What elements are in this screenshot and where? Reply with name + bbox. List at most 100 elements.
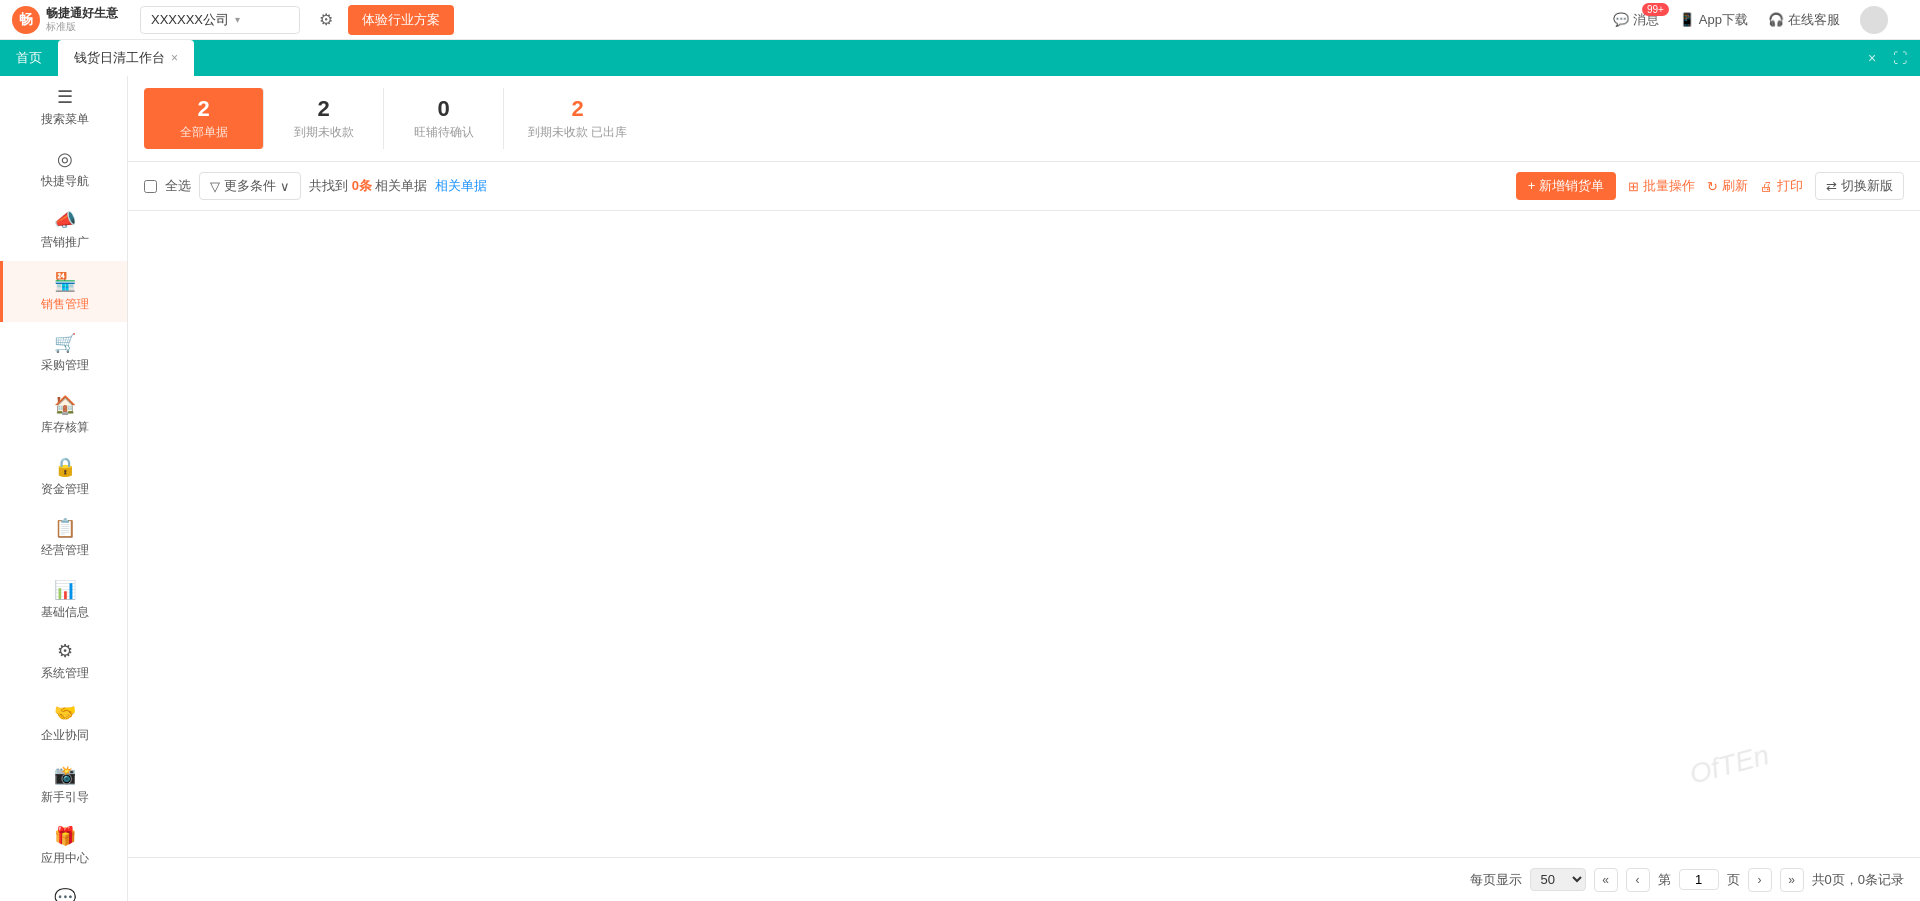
- sidebar-label-cooperation: 企业协同: [41, 728, 89, 744]
- switch-version-button[interactable]: ⇄ 切换新版: [1815, 172, 1904, 200]
- filter-label: 更多条件: [224, 177, 276, 195]
- guide-icon: 📸: [54, 764, 76, 786]
- wechat-icon: 💬: [54, 887, 76, 901]
- finance-icon: 🔒: [54, 456, 76, 478]
- batch-icon: ⊞: [1628, 179, 1639, 194]
- phone-icon: 📱: [1679, 12, 1695, 27]
- notification-area[interactable]: 💬 消息 99+: [1613, 11, 1659, 29]
- sidebar-item-finance[interactable]: 🔒 资金管理: [0, 446, 127, 508]
- sidebar-label-app-center: 应用中心: [41, 851, 89, 867]
- refresh-button[interactable]: ↻ 刷新: [1707, 177, 1748, 195]
- stat-number-out-stock: 2: [572, 96, 584, 122]
- avatar[interactable]: [1860, 6, 1888, 34]
- trial-button[interactable]: 体验行业方案: [348, 5, 454, 35]
- stat-label-out-stock: 到期未收款 已出库: [528, 124, 627, 141]
- sidebar-item-system[interactable]: ⚙ 系统管理: [0, 630, 127, 692]
- sidebar-label-finance: 资金管理: [41, 482, 89, 498]
- active-tab[interactable]: 钱货日清工作台 ×: [58, 40, 194, 76]
- sidebar-label-sales: 销售管理: [41, 297, 89, 313]
- cooperation-icon: 🤝: [54, 702, 76, 724]
- add-sale-order-button[interactable]: + 新增销货单: [1516, 172, 1616, 200]
- sidebar-item-marketing[interactable]: 📣 营销推广: [0, 199, 127, 261]
- last-page-button[interactable]: »: [1780, 868, 1804, 892]
- stat-card-all[interactable]: 2 全部单据: [144, 88, 264, 149]
- sidebar-item-quick-nav[interactable]: ◎ 快捷导航: [0, 138, 127, 200]
- app-download-label: App下载: [1699, 11, 1748, 29]
- related-link[interactable]: 相关单据: [435, 177, 487, 195]
- logo-sub: 标准版: [46, 21, 118, 33]
- batch-label: 批量操作: [1643, 177, 1695, 195]
- print-label: 打印: [1777, 177, 1803, 195]
- tab-close-icon[interactable]: ×: [171, 51, 178, 65]
- basic-info-icon: 📊: [54, 579, 76, 601]
- sidebar-item-cooperation[interactable]: 🤝 企业协同: [0, 692, 127, 754]
- sidebar-item-wechat[interactable]: 💬 企业微信: [0, 877, 127, 901]
- found-suffix: 相关单据: [375, 178, 427, 193]
- sidebar-label-marketing: 营销推广: [41, 235, 89, 251]
- sidebar: ☰ 搜索菜单 ◎ 快捷导航 📣 营销推广 🏪 销售管理 🛒 采购管理 🏠 库存核…: [0, 76, 128, 901]
- system-icon: ⚙: [57, 640, 73, 662]
- marketing-icon: 📣: [54, 209, 76, 231]
- header-right: 💬 消息 99+ 📱 App下载 🎧 在线客服: [1613, 6, 1908, 34]
- chevron-down-icon: ▾: [235, 14, 240, 25]
- sidebar-item-sales[interactable]: 🏪 销售管理: [0, 261, 127, 323]
- sidebar-label-basic-info: 基础信息: [41, 605, 89, 621]
- sidebar-item-inventory[interactable]: 🏠 库存核算: [0, 384, 127, 446]
- online-service-link[interactable]: 🎧 在线客服: [1768, 11, 1840, 29]
- prev-page-button[interactable]: ‹: [1626, 868, 1650, 892]
- select-all-label: 全选: [165, 177, 191, 195]
- next-page-button[interactable]: ›: [1748, 868, 1772, 892]
- online-service-label: 在线客服: [1788, 11, 1840, 29]
- filter-button[interactable]: ▽ 更多条件 ∨: [199, 172, 301, 200]
- quick-nav-icon: ◎: [57, 148, 73, 170]
- company-selector[interactable]: XXXXXX公司 ▾: [140, 6, 300, 34]
- sidebar-item-guide[interactable]: 📸 新手引导: [0, 754, 127, 816]
- logo-area: 畅 畅捷通好生意 标准版: [12, 6, 140, 34]
- app-center-icon: 🎁: [54, 825, 76, 847]
- home-tab[interactable]: 首页: [0, 40, 58, 76]
- batch-operation-button[interactable]: ⊞ 批量操作: [1628, 177, 1695, 195]
- purchase-icon: 🛒: [54, 332, 76, 354]
- home-tab-label: 首页: [16, 49, 42, 67]
- stats-bar: 2 全部单据 2 到期未收款 0 旺辅待确认 2 到期未收款 已出库: [128, 76, 1920, 162]
- sidebar-label-system: 系统管理: [41, 666, 89, 682]
- first-page-button[interactable]: «: [1594, 868, 1618, 892]
- page-suffix: 页: [1727, 871, 1740, 889]
- stat-card-pending[interactable]: 0 旺辅待确认: [384, 88, 504, 149]
- sidebar-item-operation[interactable]: 📋 经营管理: [0, 507, 127, 569]
- logo-icon: 畅: [12, 6, 40, 34]
- nav-right-buttons: × ⛶: [1860, 46, 1920, 70]
- content-area: 2 全部单据 2 到期未收款 0 旺辅待确认 2 到期未收款 已出库 全选 ▽ …: [128, 76, 1920, 901]
- toolbar-right: + 新增销货单 ⊞ 批量操作 ↻ 刷新 🖨 打印 ⇄ 切换新版: [1516, 172, 1904, 200]
- logo-title: 畅捷通好生意: [46, 6, 118, 20]
- settings-button[interactable]: ⚙: [312, 6, 340, 34]
- nav-tabs: 首页 钱货日清工作台 × × ⛶: [0, 40, 1920, 76]
- stat-label-all: 全部单据: [180, 124, 228, 141]
- sidebar-label-search-menu: 搜索菜单: [41, 112, 89, 128]
- stat-card-overdue[interactable]: 2 到期未收款: [264, 88, 384, 149]
- sidebar-item-basic-info[interactable]: 📊 基础信息: [0, 569, 127, 631]
- sidebar-item-search-menu[interactable]: ☰ 搜索菜单: [0, 76, 127, 138]
- page-total: 共0页，0条记录: [1812, 871, 1904, 889]
- refresh-icon: ↻: [1707, 179, 1718, 194]
- app-download-link[interactable]: 📱 App下载: [1679, 11, 1748, 29]
- sidebar-item-app-center[interactable]: 🎁 应用中心: [0, 815, 127, 877]
- main-layout: ☰ 搜索菜单 ◎ 快捷导航 📣 营销推广 🏪 销售管理 🛒 采购管理 🏠 库存核…: [0, 76, 1920, 901]
- per-page-select[interactable]: 50 100 200: [1530, 868, 1586, 891]
- stat-card-out-stock[interactable]: 2 到期未收款 已出库: [504, 88, 651, 149]
- sidebar-item-purchase[interactable]: 🛒 采购管理: [0, 322, 127, 384]
- minimize-window-button[interactable]: ×: [1860, 46, 1884, 70]
- company-name: XXXXXX公司: [151, 11, 229, 29]
- select-all-checkbox[interactable]: [144, 180, 157, 193]
- stat-number-pending: 0: [437, 96, 449, 122]
- stat-number-all: 2: [197, 96, 209, 122]
- top-header: 畅 畅捷通好生意 标准版 XXXXXX公司 ▾ ⚙ 体验行业方案 💬 消息 99…: [0, 0, 1920, 40]
- print-button[interactable]: 🖨 打印: [1760, 177, 1803, 195]
- switch-icon: ⇄: [1826, 179, 1837, 194]
- page-number-input[interactable]: 1: [1679, 869, 1719, 890]
- empty-state: [128, 211, 1920, 857]
- pagination-bar: 每页显示 50 100 200 « ‹ 第 1 页 › » 共0页，0条记录: [128, 857, 1920, 901]
- filter-chevron-icon: ∨: [280, 179, 290, 194]
- expand-window-button[interactable]: ⛶: [1888, 46, 1912, 70]
- sidebar-label-inventory: 库存核算: [41, 420, 89, 436]
